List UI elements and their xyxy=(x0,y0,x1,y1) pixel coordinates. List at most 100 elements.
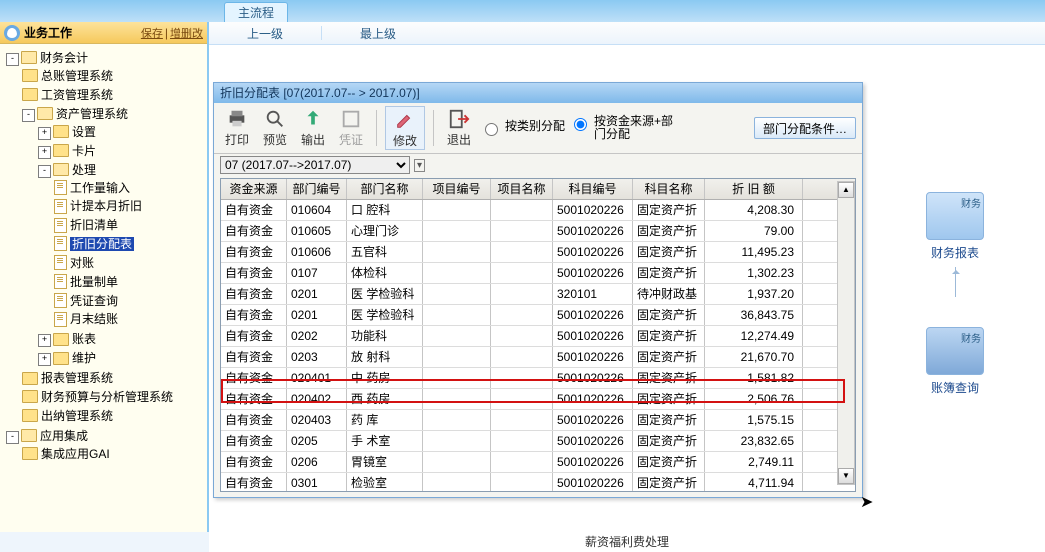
table-row[interactable]: 自有资金010605心理门诊5001020226固定资产折79.00 xyxy=(221,221,855,242)
tree-node-cashier[interactable]: 出纳管理系统 xyxy=(41,409,113,423)
cell: 固定资产折 xyxy=(633,368,705,388)
tree-leaf-workload[interactable]: 工作量输入 xyxy=(70,180,130,194)
table-row[interactable]: 自有资金0201医 学检验科320101待冲财政基1,937.20 xyxy=(221,284,855,305)
doc-icon xyxy=(54,312,67,327)
table-row[interactable]: 自有资金0202功能科5001020226固定资产折12,274.49 xyxy=(221,326,855,347)
toggle-icon[interactable]: + xyxy=(38,353,51,366)
tree-node-process[interactable]: 处理 xyxy=(72,162,96,176)
fin-report-label[interactable]: 财务报表 xyxy=(895,244,1015,261)
toggle-icon[interactable]: - xyxy=(6,431,19,444)
table-row[interactable]: 自有资金020402西 药房5001020226固定资产折2,506.76 xyxy=(221,389,855,410)
cell xyxy=(491,473,553,491)
books-label[interactable]: 账簿查询 xyxy=(895,379,1015,396)
top-tab-bar: 主流程 xyxy=(0,0,1045,23)
table-row[interactable]: 自有资金010604口 腔科5001020226固定资产折4,208.30 xyxy=(221,200,855,221)
folder-icon xyxy=(37,107,53,120)
toggle-icon[interactable]: - xyxy=(6,53,19,66)
cell: 口 腔科 xyxy=(347,200,423,220)
col-header[interactable]: 项目编号 xyxy=(423,179,491,199)
tree-node-budget[interactable]: 财务预算与分析管理系统 xyxy=(41,390,173,404)
export-button[interactable]: 输出 xyxy=(296,108,330,148)
cell: 1,302.23 xyxy=(705,263,803,283)
tree-node-cards[interactable]: 卡片 xyxy=(72,143,96,157)
cell: 待冲财政基 xyxy=(633,284,705,304)
tree-node-report-sys[interactable]: 报表管理系统 xyxy=(41,371,113,385)
cell xyxy=(423,410,491,430)
cell: 固定资产折 xyxy=(633,221,705,241)
cell: 固定资产折 xyxy=(633,452,705,472)
table-row[interactable]: 自有资金0201医 学检验科5001020226固定资产折36,843.75 xyxy=(221,305,855,326)
col-header[interactable]: 资金来源 xyxy=(221,179,287,199)
scroll-up-icon[interactable]: ▲ xyxy=(838,182,854,198)
table-row[interactable]: 自有资金020403药 库5001020226固定资产折1,575.15 xyxy=(221,410,855,431)
table-row[interactable]: 自有资金0205手 术室5001020226固定资产折23,832.65 xyxy=(221,431,855,452)
radio-by-category[interactable]: 按类别分配 xyxy=(480,120,565,136)
tree-node-payroll[interactable]: 工资管理系统 xyxy=(41,88,113,102)
toggle-icon[interactable]: + xyxy=(38,334,51,347)
table-row[interactable]: 自有资金0206胃镜室5001020226固定资产折2,749.11 xyxy=(221,452,855,473)
grid-body[interactable]: 自有资金010604口 腔科5001020226固定资产折4,208.30自有资… xyxy=(221,200,855,491)
table-row[interactable]: 自有资金010606五官科5001020226固定资产折11,495.23 xyxy=(221,242,855,263)
col-header[interactable]: 项目名称 xyxy=(491,179,553,199)
cell: 12,274.49 xyxy=(705,326,803,346)
cell: 固定资产折 xyxy=(633,347,705,367)
table-row[interactable]: 自有资金0107体检科5001020226固定资产折1,302.23 xyxy=(221,263,855,284)
exit-button[interactable]: 退出 xyxy=(442,108,476,148)
cell: 胃镜室 xyxy=(347,452,423,472)
period-select[interactable]: 07 (2017.07-->2017.07) xyxy=(220,156,410,174)
folder-icon xyxy=(22,88,38,101)
main-flow-tab[interactable]: 主流程 xyxy=(224,2,288,23)
modify-button[interactable]: 修改 xyxy=(385,106,425,150)
period-spin-icon[interactable]: ▾ xyxy=(414,159,425,172)
cell: 自有资金 xyxy=(221,452,287,472)
tree-node-integration[interactable]: 应用集成 xyxy=(40,429,88,443)
toggle-icon[interactable]: - xyxy=(22,109,35,122)
save-link[interactable]: 保存 xyxy=(141,25,163,41)
toggle-icon[interactable]: - xyxy=(38,165,51,178)
cell xyxy=(423,347,491,367)
col-header[interactable]: 科目编号 xyxy=(553,179,633,199)
cell: 固定资产折 xyxy=(633,242,705,262)
dept-filter-button[interactable]: 部门分配条件… xyxy=(754,117,856,139)
toggle-icon[interactable]: + xyxy=(38,146,51,159)
tree-node-gai[interactable]: 集成应用GAI xyxy=(41,447,110,461)
tree-node-settings[interactable]: 设置 xyxy=(72,124,96,138)
col-header[interactable]: 部门名称 xyxy=(347,179,423,199)
table-row[interactable]: 自有资金0301检验室5001020226固定资产折4,711.94 xyxy=(221,473,855,491)
cell: 五官科 xyxy=(347,242,423,262)
tree-node-finacct[interactable]: 财务会计 xyxy=(40,51,88,65)
fin-report-icon[interactable] xyxy=(926,192,984,240)
nav-up-one[interactable]: 上一级 xyxy=(239,23,291,44)
radio-by-source-dept[interactable]: 按资金来源+部门分配 xyxy=(569,115,679,141)
print-button[interactable]: 打印 xyxy=(220,108,254,148)
table-row[interactable]: 自有资金020401中 药房5001020226固定资产折1,581.82 xyxy=(221,368,855,389)
tree-leaf-depr-alloc[interactable]: 折旧分配表 xyxy=(70,237,134,251)
table-row[interactable]: 自有资金0203放 射科5001020226固定资产折21,670.70 xyxy=(221,347,855,368)
col-header[interactable]: 科目名称 xyxy=(633,179,705,199)
tree-node-gl[interactable]: 总账管理系统 xyxy=(41,69,113,83)
tree-leaf-close-month[interactable]: 月末结账 xyxy=(70,312,118,326)
alloc-mode-group: 按类别分配 按资金来源+部门分配 xyxy=(480,115,679,141)
col-header[interactable]: 部门编号 xyxy=(287,179,347,199)
toggle-icon[interactable]: + xyxy=(38,127,51,140)
tree-node-asset[interactable]: 资产管理系统 xyxy=(56,106,128,120)
vertical-scrollbar[interactable]: ▲ ▼ xyxy=(837,181,855,485)
tree-leaf-batch-voucher[interactable]: 批量制单 xyxy=(70,275,118,289)
cell: 固定资产折 xyxy=(633,389,705,409)
preview-button[interactable]: 预览 xyxy=(258,108,292,148)
cell xyxy=(491,347,553,367)
add-del-link[interactable]: 增删改 xyxy=(170,25,203,41)
left-title: 业务工作 xyxy=(24,24,72,41)
cell xyxy=(491,368,553,388)
tree-node-maint[interactable]: 维护 xyxy=(72,351,96,365)
tree-leaf-depr-calc[interactable]: 计提本月折旧 xyxy=(70,199,142,213)
col-header[interactable]: 折 旧 额 xyxy=(705,179,803,199)
scroll-down-icon[interactable]: ▼ xyxy=(838,468,854,484)
tree-leaf-depr-list[interactable]: 折旧清单 xyxy=(70,218,118,232)
tree-node-reports-a[interactable]: 账表 xyxy=(72,332,96,346)
nav-up-top[interactable]: 最上级 xyxy=(352,23,404,44)
books-icon[interactable] xyxy=(926,327,984,375)
tree-leaf-check[interactable]: 对账 xyxy=(70,256,94,270)
user-icon xyxy=(4,25,20,41)
tree-leaf-voucher-query[interactable]: 凭证查询 xyxy=(70,293,118,307)
